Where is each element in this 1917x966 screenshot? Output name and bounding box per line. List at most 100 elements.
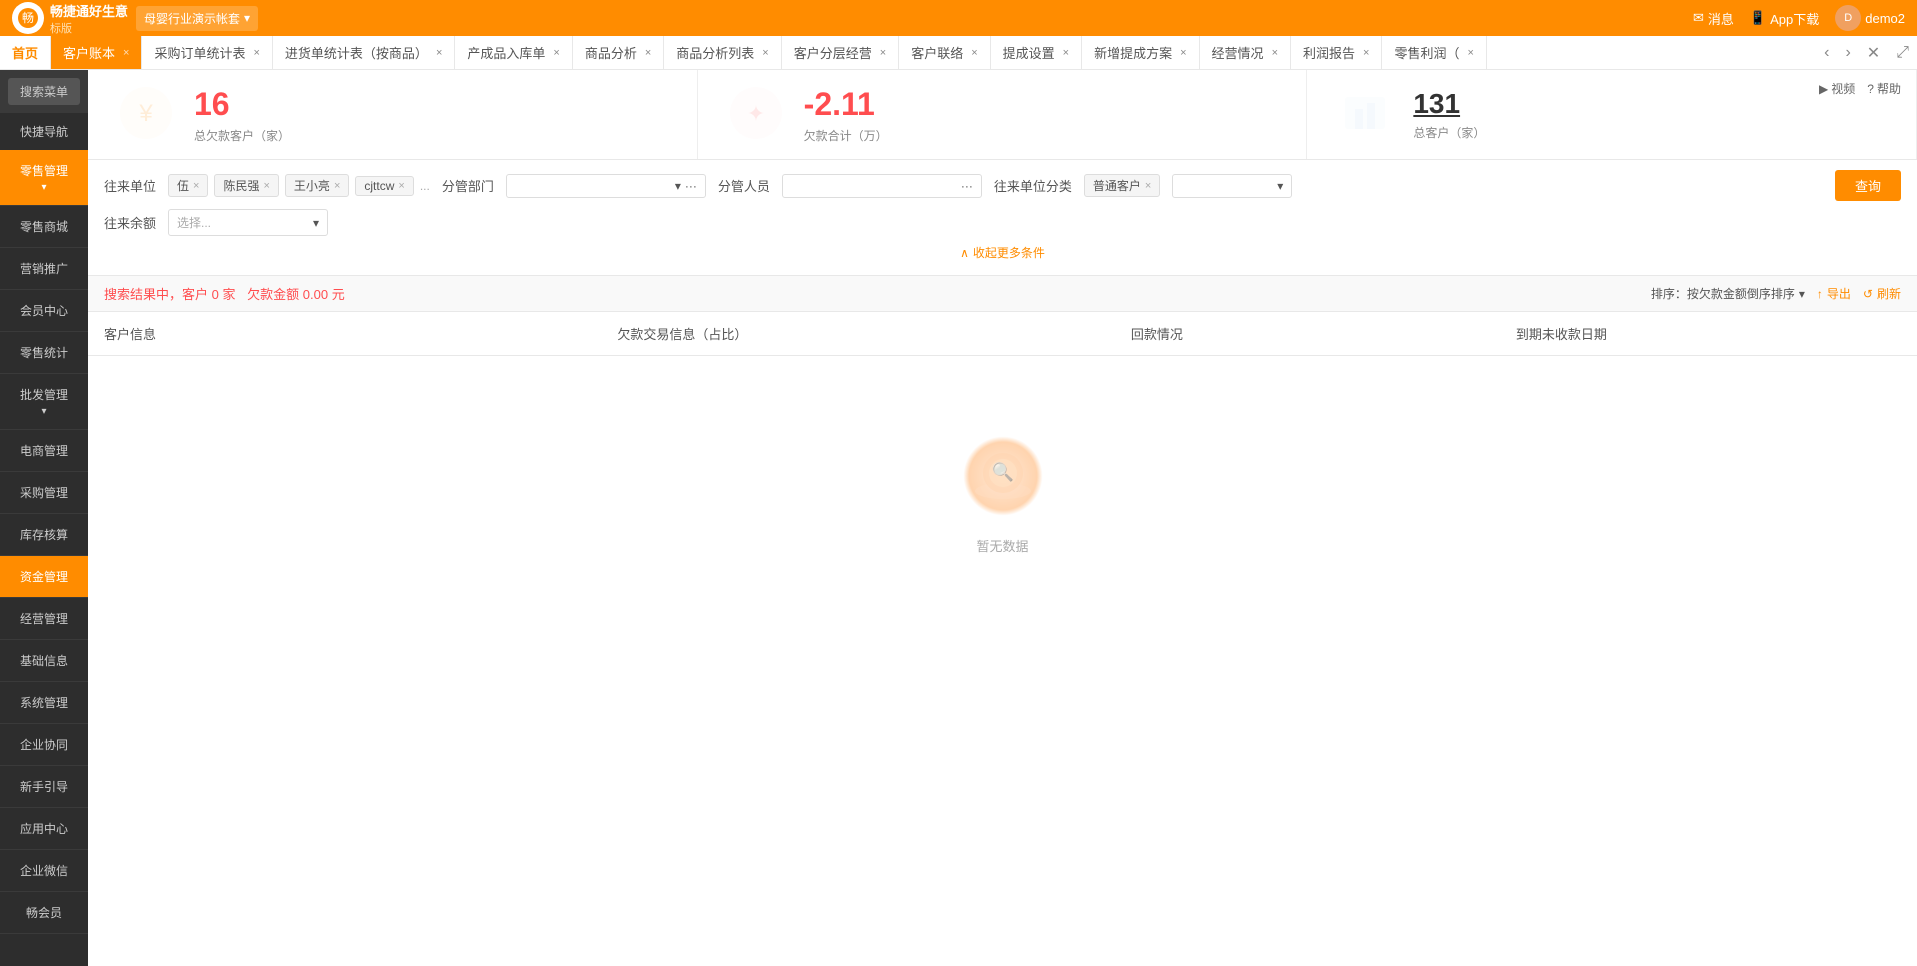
user-menu[interactable]: D demo2 [1835,5,1905,31]
message-btn[interactable]: ✉ 消息 [1693,9,1734,28]
sidebar-item-new-guide[interactable]: 新手引导 [0,766,88,808]
video-btn[interactable]: ▶ 视频 [1819,80,1855,97]
sidebar-item-capital[interactable]: 资金管理 [0,556,88,598]
sidebar-item-wholesale[interactable]: 批发管理 ▾ [0,374,88,430]
sidebar-item-marketing[interactable]: 营销推广 [0,248,88,290]
tab-goods-analysis[interactable]: 商品分析 × [573,36,664,70]
tab-product-storage[interactable]: 产成品入库单 × [455,36,572,70]
product-storage-tab-label: 产成品入库单 [467,43,545,62]
empty-icon: 🔍 [963,436,1043,516]
tab-customer-tier[interactable]: 客户分层经营 × [782,36,899,70]
more-unit-tags[interactable]: ... [420,179,430,193]
close-retail-profit-tab[interactable]: × [1467,47,1473,59]
tab-retail-profit[interactable]: 零售利润（ × [1382,36,1486,70]
remove-unit-wang[interactable]: × [334,180,340,192]
col-repayment: 回款情况 [1131,324,1516,343]
tab-operations[interactable]: 经营情况 × [1200,36,1291,70]
sidebar-item-member[interactable]: 会员中心 [0,290,88,332]
remove-category-normal[interactable]: × [1145,180,1151,192]
close-profit-report-tab[interactable]: × [1363,47,1369,59]
close-customer-tier-tab[interactable]: × [880,47,886,59]
stat-right-actions: ▶ 视频 ? 帮助 [1819,80,1901,97]
tab-profit-report[interactable]: 利润报告 × [1291,36,1382,70]
help-btn[interactable]: ? 帮助 [1867,80,1901,97]
sidebar-item-enterprise-wechat[interactable]: 企业微信 [0,850,88,892]
category-filter-label: 往来单位分类 [994,176,1072,195]
close-customer-contact-tab[interactable]: × [971,47,977,59]
export-button[interactable]: ↑ 导出 [1817,285,1851,302]
close-tips-settings-tab[interactable]: × [1063,47,1069,59]
tab-purchase-stats[interactable]: 进货单统计表（按商品） × [273,36,455,70]
sidebar-item-enterprise-coop[interactable]: 企业协同 [0,724,88,766]
profit-report-tab-label: 利润报告 [1303,43,1355,62]
tab-customer-contact[interactable]: 客户联络 × [899,36,990,70]
chevron-up-icon: ∧ [960,246,969,260]
close-accounts-tab[interactable]: × [123,47,129,59]
close-product-storage-tab[interactable]: × [553,47,559,59]
query-button[interactable]: 查询 [1835,170,1901,201]
close-goods-analysis-list-tab[interactable]: × [762,47,768,59]
chevron-down-icon: ▾ [41,182,46,193]
sidebar-item-vip-member[interactable]: 畅会员 [0,892,88,934]
sidebar-item-basic-info[interactable]: 基础信息 [0,640,88,682]
tab-home[interactable]: 首页 [0,36,51,70]
close-purchase-orders-tab[interactable]: × [253,47,259,59]
message-icon: ✉ [1693,10,1704,26]
results-actions: 排序：按欠款金额倒序排序 ▾ ↑ 导出 ↺ 刷新 [1651,285,1901,302]
retail-profit-tab-label: 零售利润（ [1394,43,1459,62]
remove-unit-cjttcw[interactable]: × [398,180,404,192]
purchase-stats-tab-label: 进货单统计表（按商品） [285,43,428,62]
sidebar-item-app-center[interactable]: 应用中心 [0,808,88,850]
quick-nav-btn[interactable]: 快捷导航 [0,113,88,150]
svg-text:¥: ¥ [138,100,153,127]
dept-select[interactable]: ▾ ··· [506,174,706,198]
app-download-btn[interactable]: 📱 App下载 [1750,9,1819,28]
sidebar-item-purchase[interactable]: 采购管理 [0,472,88,514]
sidebar-item-inventory[interactable]: 库存核算 [0,514,88,556]
stat-total-debt: ✦ -2.11 欠款合计（万） [698,70,1308,159]
remove-unit-chen[interactable]: × [263,180,269,192]
remove-unit-wu[interactable]: × [193,180,199,192]
close-purchase-stats-tab[interactable]: × [436,47,442,59]
table-header: 客户信息 欠款交易信息（占比） 回款情况 到期未收款日期 [88,312,1917,356]
wholesale-label: 批发管理 [4,386,84,403]
balance-select[interactable]: 选择... ▾ [168,209,328,236]
maximize-icon[interactable]: ⤢ [1888,44,1917,62]
close-goods-analysis-tab[interactable]: × [645,47,651,59]
accounts-tab-label: 客户账本 [63,43,115,62]
scroll-left-icon[interactable]: ‹ [1816,44,1837,62]
sidebar-item-retail-mall[interactable]: 零售商城 [0,206,88,248]
stats-bar: ¥ 16 总欠款客户（家） ✦ -2.11 欠款合计（万） [88,70,1917,160]
clear-person-icon[interactable]: ··· [961,179,973,193]
close-new-tips-tab[interactable]: × [1180,47,1186,59]
tab-goods-analysis-list[interactable]: 商品分析列表 × [664,36,781,70]
sidebar-item-ecommerce[interactable]: 电商管理 [0,430,88,472]
col-overdue-date: 到期未收款日期 [1516,324,1901,343]
clients-stat-icon [1337,85,1397,145]
svg-text:畅: 畅 [22,11,34,25]
sidebar-item-retail[interactable]: 零售管理 ▾ [0,150,88,206]
sidebar-item-operations-mgmt[interactable]: 经营管理 [0,598,88,640]
category-dropdown[interactable]: ▾ [1172,174,1292,198]
sidebar-item-system[interactable]: 系统管理 [0,682,88,724]
table-area: 客户信息 欠款交易信息（占比） 回款情况 到期未收款日期 🔍 [88,312,1917,966]
close-operations-tab[interactable]: × [1272,47,1278,59]
stat-total-clients-values: 131 总客户（家） [1413,88,1485,141]
sidebar-item-retail-stats[interactable]: 零售统计 [0,332,88,374]
person-select[interactable]: ··· [782,174,982,198]
logo-text: 畅捷通好生意 标版 [50,1,128,36]
sort-select[interactable]: 排序：按欠款金额倒序排序 ▾ [1651,285,1805,302]
logo-icon: 畅 [12,2,44,34]
tab-accounts[interactable]: 客户账本 × [51,36,142,70]
tab-new-tips[interactable]: 新增提成方案 × [1082,36,1199,70]
scroll-right-icon[interactable]: › [1837,44,1858,62]
account-dropdown[interactable]: 母婴行业演示帐套 ▾ [136,6,258,31]
search-menu-button[interactable]: 搜索菜单 [8,78,80,105]
tab-tips-settings[interactable]: 提成设置 × [991,36,1082,70]
refresh-button[interactable]: ↺ 刷新 [1863,285,1901,302]
tab-purchase-orders[interactable]: 采购订单统计表 × [142,36,272,70]
close-all-icon[interactable]: ✕ [1859,43,1888,63]
collapse-button[interactable]: ∧ 收起更多条件 [960,244,1045,261]
top-bar-right: ✉ 消息 📱 App下载 D demo2 [1693,5,1905,31]
clear-dept-icon[interactable]: ··· [685,179,697,193]
